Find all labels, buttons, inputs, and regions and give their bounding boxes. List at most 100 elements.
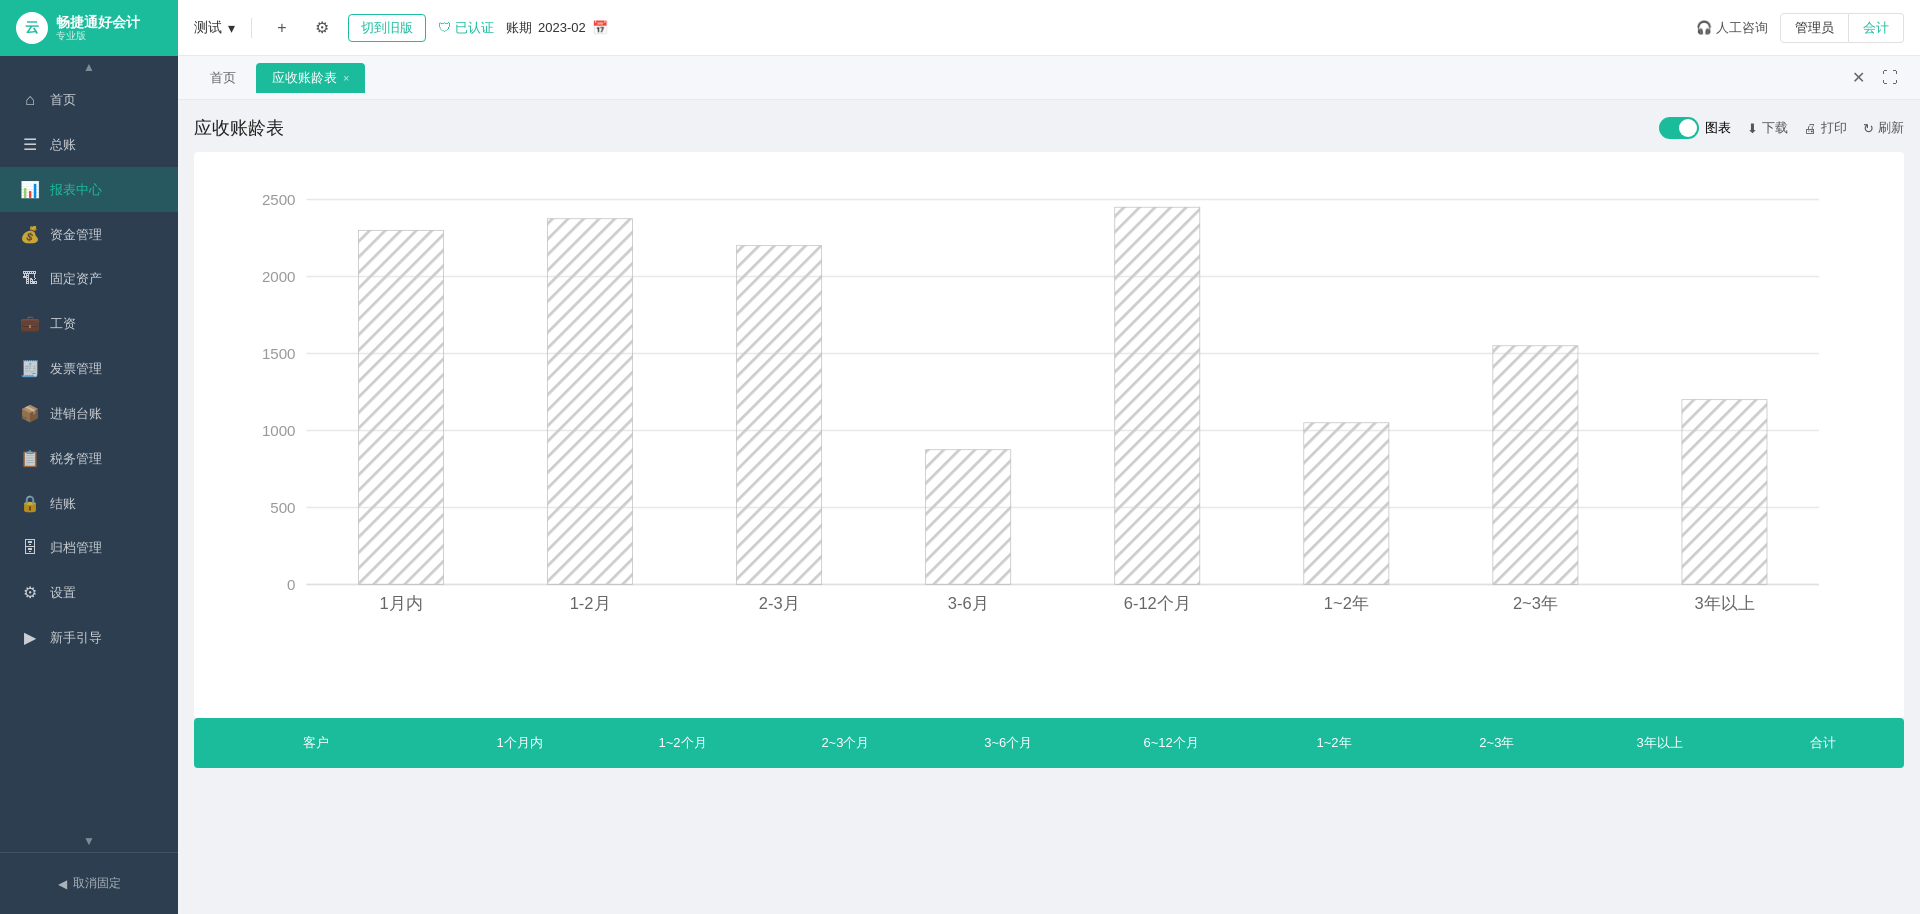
table-header-cell: 合计 (1741, 718, 1904, 768)
ledger-icon: ☰ (20, 135, 40, 154)
topbar-divider-1 (251, 18, 252, 38)
print-button[interactable]: 🖨 打印 (1804, 119, 1847, 137)
app-logo-sub: 专业版 (56, 30, 140, 42)
close-all-tabs-button[interactable]: ✕ (1844, 64, 1872, 92)
chart-toggle[interactable] (1659, 117, 1699, 139)
period-label: 账期 (506, 19, 532, 37)
accountant-button[interactable]: 会计 (1849, 13, 1904, 43)
home-icon: ⌂ (20, 91, 40, 109)
expand-tab-button[interactable]: ⛶ (1876, 64, 1904, 92)
svg-text:1500: 1500 (262, 345, 296, 362)
sidebar: 云 畅捷通好会计 专业版 ▲ ⌂首页☰总账📊报表中心💰资金管理🏗固定资产💼工资🧾… (0, 0, 178, 914)
sidebar-item-label-inventory: 进销台账 (50, 405, 102, 423)
cancel-fixed-label: 取消固定 (73, 875, 121, 892)
tax-icon: 📋 (20, 449, 40, 468)
svg-text:0: 0 (287, 576, 295, 593)
svg-text:2~3年: 2~3年 (1513, 594, 1558, 612)
sidebar-item-salary[interactable]: 💼工资 (0, 301, 178, 346)
app-logo-text: 畅捷通好会计 专业版 (56, 14, 140, 43)
salary-icon: 💼 (20, 314, 40, 333)
table-header-cell: 1~2个月 (601, 718, 764, 768)
page-actions: 图表 ⬇ 下载 🖨 打印 ↻ 刷新 (1659, 117, 1904, 139)
sidebar-item-label-ledger: 总账 (50, 136, 76, 154)
main-area: 测试 ▾ + ⚙ 切到旧版 🛡 已认证 账期 2023-02 📅 🎧 人工咨询 (178, 0, 1920, 914)
gear-icon: ⚙ (315, 18, 329, 37)
scroll-up-arrow[interactable]: ▲ (0, 56, 178, 78)
table-header-cell: 3年以上 (1578, 718, 1741, 768)
svg-rect-14 (358, 230, 443, 584)
sidebar-item-label-invoice: 发票管理 (50, 360, 102, 378)
download-icon: ⬇ (1747, 121, 1758, 136)
sidebar-item-label-reports: 报表中心 (50, 181, 102, 199)
sidebar-item-tax[interactable]: 📋 税务管理 (0, 436, 178, 481)
expand-icon: ⛶ (1882, 69, 1898, 87)
refresh-button[interactable]: ↻ 刷新 (1863, 119, 1904, 137)
table-header-cell: 2~3个月 (764, 718, 927, 768)
certified-label: 已认证 (455, 19, 494, 37)
sidebar-item-funds[interactable]: 💰 资金管理 (0, 212, 178, 257)
tabs-actions: ✕ ⛶ (1844, 64, 1904, 92)
switch-version-button[interactable]: 切到旧版 (348, 14, 426, 42)
sidebar-item-newbie[interactable]: ▶新手引导 (0, 615, 178, 660)
manager-button[interactable]: 管理员 (1780, 13, 1849, 43)
period-value: 2023-02 (538, 20, 586, 35)
user-buttons: 管理员 会计 (1780, 13, 1904, 43)
download-button[interactable]: ⬇ 下载 (1747, 119, 1788, 137)
sidebar-item-inventory[interactable]: 📦 进销台账 (0, 391, 178, 436)
company-selector[interactable]: 测试 ▾ (194, 19, 235, 37)
sidebar-item-reports[interactable]: 📊 报表中心 (0, 167, 178, 212)
svg-text:2500: 2500 (262, 191, 296, 208)
sidebar-logo: 云 畅捷通好会计 专业版 (0, 0, 178, 56)
add-company-button[interactable]: + (268, 14, 296, 42)
sidebar-item-invoice[interactable]: 🧾 发票管理 (0, 346, 178, 391)
reports-icon: 📊 (20, 180, 40, 199)
sidebar-item-closing[interactable]: 🔒结账 (0, 481, 178, 526)
table-header-cell: 1个月内 (438, 718, 601, 768)
sidebar-nav: ⌂首页 ☰ 总账 📊 报表中心 💰 资金管理 🏗固定资产💼工资 🧾 发票管理 📦 进销台账 📋 税务管理 🔒… (0, 78, 178, 830)
page-header: 应收账龄表 图表 ⬇ 下载 🖨 打印 ↻ 刷新 (194, 116, 1904, 140)
svg-text:3年以上: 3年以上 (1694, 594, 1754, 612)
sidebar-item-label-settings: 设置 (50, 584, 76, 602)
pin-icon: ◀ (58, 877, 67, 891)
period-display: 账期 2023-02 📅 (506, 19, 608, 37)
table-header-cell: 3~6个月 (927, 718, 1090, 768)
support-button[interactable]: 🎧 人工咨询 (1696, 19, 1768, 37)
tab-close-icon[interactable]: × (343, 72, 349, 84)
sidebar-item-label-tax: 税务管理 (50, 450, 102, 468)
inventory-icon: 📦 (20, 404, 40, 423)
content-area: 应收账龄表 图表 ⬇ 下载 🖨 打印 ↻ 刷新 (178, 100, 1920, 914)
settings-button[interactable]: ⚙ (308, 14, 336, 42)
funds-icon: 💰 (20, 225, 40, 244)
sidebar-item-archive[interactable]: 🗄归档管理 (0, 526, 178, 570)
sidebar-item-assets[interactable]: 🏗固定资产 (0, 257, 178, 301)
close-icon: ✕ (1852, 68, 1865, 87)
tabs-bar: 首页 应收账龄表 × ✕ ⛶ (178, 56, 1920, 100)
svg-rect-18 (737, 246, 822, 585)
sidebar-bottom: ◀ 取消固定 (0, 852, 178, 914)
chart-toggle-label: 图表 (1705, 119, 1731, 137)
cancel-fixed-button[interactable]: ◀ 取消固定 (0, 865, 178, 902)
sidebar-item-label-funds: 资金管理 (50, 226, 102, 244)
sidebar-item-label-closing: 结账 (50, 495, 76, 513)
scroll-down-arrow[interactable]: ▼ (0, 830, 178, 852)
sidebar-item-label-assets: 固定资产 (50, 270, 102, 288)
tab-home-label: 首页 (210, 69, 236, 87)
tab-active-label: 应收账龄表 (272, 69, 337, 87)
svg-text:1-2月: 1-2月 (570, 594, 611, 612)
sidebar-item-ledger[interactable]: ☰ 总账 (0, 122, 178, 167)
sidebar-item-settings[interactable]: ⚙设置 (0, 570, 178, 615)
tab-home[interactable]: 首页 (194, 63, 252, 93)
svg-text:1000: 1000 (262, 422, 296, 439)
shield-icon: 🛡 (438, 20, 451, 35)
tab-receivable-aging[interactable]: 应收账龄表 × (256, 63, 365, 93)
company-name: 测试 (194, 19, 222, 37)
calendar-icon[interactable]: 📅 (592, 20, 608, 35)
app-logo-title: 畅捷通好会计 (56, 14, 140, 31)
print-icon: 🖨 (1804, 121, 1817, 136)
svg-rect-26 (1493, 346, 1578, 585)
invoice-icon: 🧾 (20, 359, 40, 378)
sidebar-item-home[interactable]: ⌂首页 (0, 78, 178, 122)
archive-icon: 🗄 (20, 539, 40, 557)
certified-badge: 🛡 已认证 (438, 19, 494, 37)
newbie-icon: ▶ (20, 628, 40, 647)
